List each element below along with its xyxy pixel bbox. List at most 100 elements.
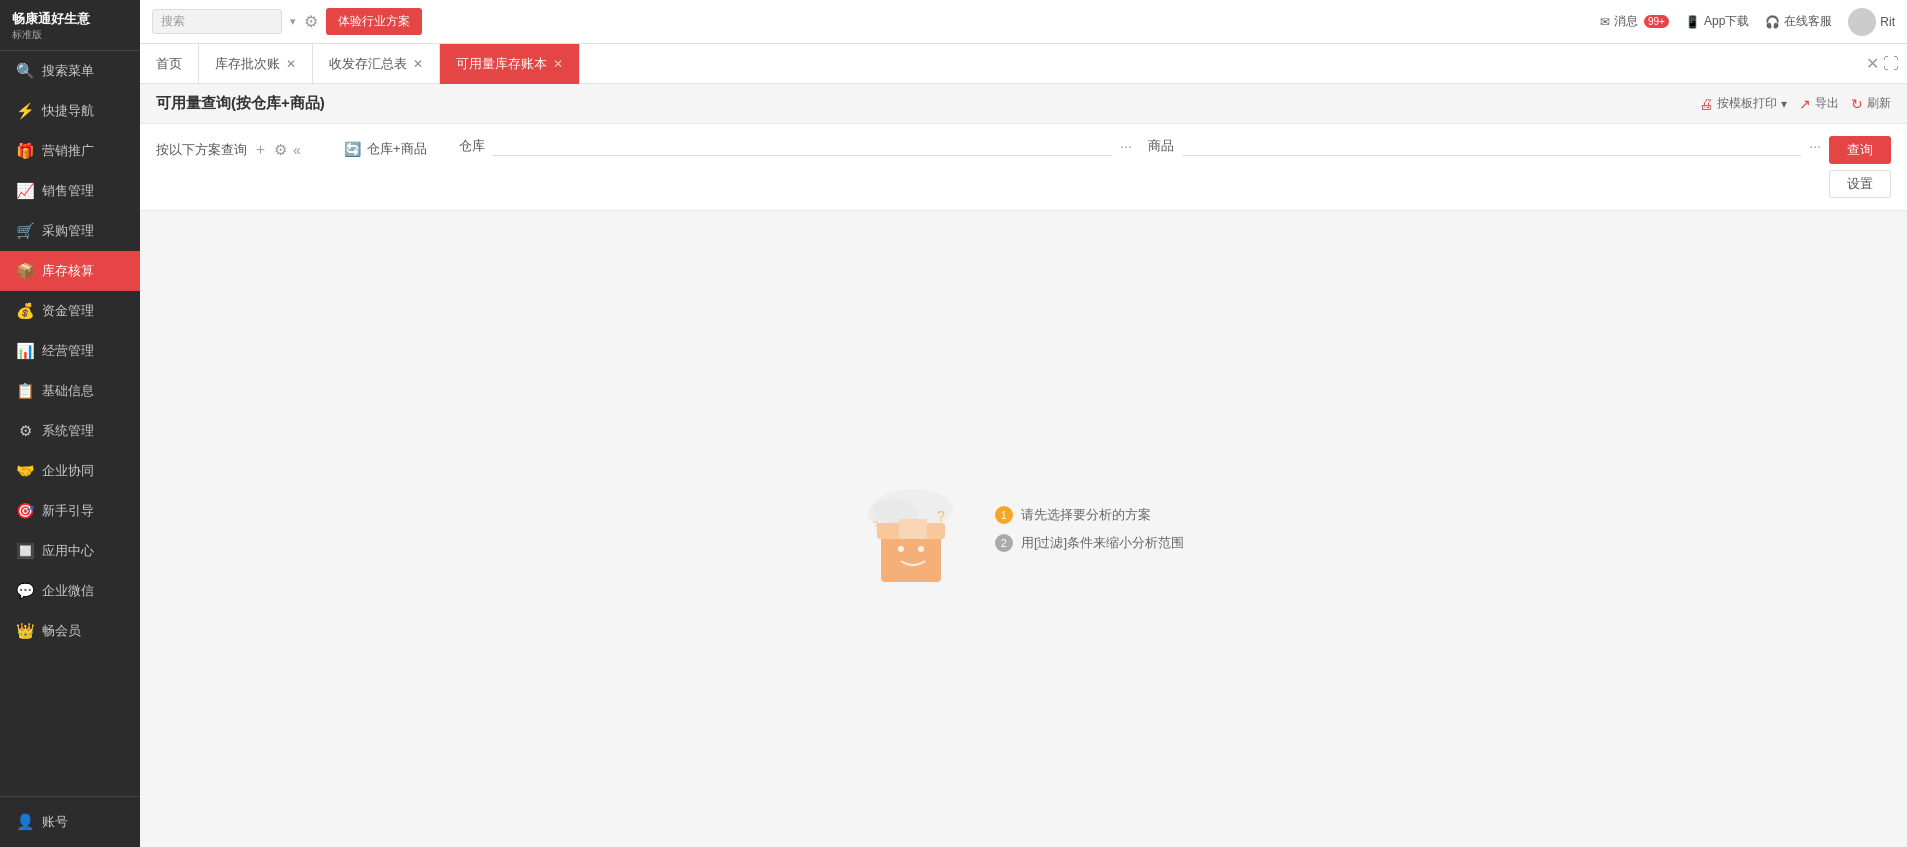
query-btn[interactable]: 查询 xyxy=(1829,136,1891,164)
avatar xyxy=(1848,8,1876,36)
export-btn[interactable]: ↗ 导出 xyxy=(1799,95,1839,112)
tab-summary-close[interactable]: ✕ xyxy=(413,57,423,71)
enterprise-icon: 🤝 xyxy=(16,462,34,480)
tab-home-label: 首页 xyxy=(156,55,182,73)
empty-state: ? ? 1 请先选择要分析的方案 2 用[过滤]条件来缩小分析范围 xyxy=(140,211,1907,847)
inventory-icon: 📦 xyxy=(16,262,34,280)
hint-num-2: 2 xyxy=(995,534,1013,552)
sidebar-item-enterprise[interactable]: 🤝 企业协同 xyxy=(0,451,140,491)
filter-collapse-btn[interactable]: « xyxy=(293,142,301,158)
sidebar-item-label-vip: 畅会员 xyxy=(42,622,81,640)
sidebar-item-label-guide: 新手引导 xyxy=(42,502,94,520)
sidebar-item-basic[interactable]: 📋 基础信息 xyxy=(0,371,140,411)
topbar-search[interactable]: 搜索 xyxy=(152,9,282,34)
page-header: 可用量查询(按仓库+商品) 🖨 按模板打印 ▾ ↗ 导出 ↻ 刷新 xyxy=(140,84,1907,124)
online-service-btn[interactable]: 🎧 在线客服 xyxy=(1765,13,1832,30)
message-icon: ✉ xyxy=(1600,15,1610,29)
operation-icon: 📊 xyxy=(16,342,34,360)
empty-hint-1: 1 请先选择要分析的方案 xyxy=(995,506,1184,524)
sidebar-item-label-enterprise: 企业协同 xyxy=(42,462,94,480)
filter-label-area: 按以下方案查询 ＋ ⚙ « xyxy=(156,136,336,159)
sidebar-item-search[interactable]: 🔍 搜索菜单 xyxy=(0,51,140,91)
sidebar-item-label-system: 系统管理 xyxy=(42,422,94,440)
sidebar-item-appcenter[interactable]: 🔲 应用中心 xyxy=(0,531,140,571)
empty-hint-2: 2 用[过滤]条件来缩小分析范围 xyxy=(995,534,1184,552)
sidebar-item-inventory[interactable]: 📦 库存核算 xyxy=(0,251,140,291)
sidebar-item-system[interactable]: ⚙ 系统管理 xyxy=(0,411,140,451)
industry-btn[interactable]: 体验行业方案 xyxy=(326,8,422,35)
scheme-warehouse-product[interactable]: 🔄 仓库+商品 xyxy=(336,136,435,162)
tab-available[interactable]: 可用量库存账本 ✕ xyxy=(440,44,580,84)
refresh-btn[interactable]: ↻ 刷新 xyxy=(1851,95,1891,112)
gear-icon[interactable]: ⚙ xyxy=(304,12,318,31)
warehouse-input[interactable] xyxy=(493,136,1113,156)
filter-section: 按以下方案查询 ＋ ⚙ « 🔄 仓库+商品 仓库 ··· xyxy=(140,124,1907,211)
sidebar-item-operation[interactable]: 📊 经营管理 xyxy=(0,331,140,371)
product-dots[interactable]: ··· xyxy=(1809,138,1821,154)
filter-settings-btn[interactable]: ⚙ xyxy=(274,141,287,159)
user-btn[interactable]: Rit xyxy=(1848,8,1895,36)
message-badge: 99+ xyxy=(1644,15,1669,28)
tab-summary[interactable]: 收发存汇总表 ✕ xyxy=(313,44,440,84)
print-btn[interactable]: 🖨 按模板打印 ▾ xyxy=(1699,95,1787,112)
dropdown-icon[interactable]: ▾ xyxy=(290,15,296,28)
sidebar-item-finance[interactable]: 💰 资金管理 xyxy=(0,291,140,331)
sidebar-logo: 畅康通好生意 标准版 xyxy=(0,0,140,51)
page-title: 可用量查询(按仓库+商品) xyxy=(156,94,325,113)
sidebar-item-label-wechat: 企业微信 xyxy=(42,582,94,600)
filter-field-warehouse: 仓库 ··· xyxy=(459,136,1132,156)
user-name: Rit xyxy=(1880,15,1895,29)
sidebar-item-purchase[interactable]: 🛒 采购管理 xyxy=(0,211,140,251)
empty-state-text: 1 请先选择要分析的方案 2 用[过滤]条件来缩小分析范围 xyxy=(995,506,1184,552)
filter-add-btn[interactable]: ＋ xyxy=(253,140,268,159)
refresh-icon: ↻ xyxy=(1851,96,1863,112)
system-icon: ⚙ xyxy=(16,422,34,440)
tab-batch[interactable]: 库存批次账 ✕ xyxy=(199,44,313,84)
sidebar-item-label-inventory: 库存核算 xyxy=(42,262,94,280)
filter-fields: 仓库 ··· 商品 ··· xyxy=(435,136,1821,156)
svg-rect-2 xyxy=(881,534,941,582)
sidebar-item-sales[interactable]: 📈 销售管理 xyxy=(0,171,140,211)
online-service-label: 在线客服 xyxy=(1784,13,1832,30)
filter-scheme-list: 🔄 仓库+商品 xyxy=(336,136,435,162)
tab-available-close[interactable]: ✕ xyxy=(553,57,563,71)
sidebar-item-vip[interactable]: 👑 畅会员 xyxy=(0,611,140,651)
sidebar-item-label-sales: 销售管理 xyxy=(42,182,94,200)
tab-close-all-btn[interactable]: ✕ xyxy=(1866,54,1879,73)
main-area: 搜索 ▾ ⚙ 体验行业方案 ✉ 消息 99+ 📱 App下载 🎧 在线客服 Ri… xyxy=(140,0,1907,847)
filter-action-btns: 查询 设置 xyxy=(1829,136,1891,198)
settings-btn[interactable]: 设置 xyxy=(1829,170,1891,198)
sidebar-item-user[interactable]: 👤 账号 xyxy=(0,805,140,839)
warehouse-label: 仓库 xyxy=(459,137,485,155)
scheme-icon: 🔄 xyxy=(344,141,361,157)
tab-expand-btn[interactable]: ⛶ xyxy=(1883,55,1899,73)
hint-num-1: 1 xyxy=(995,506,1013,524)
sidebar-item-guide[interactable]: 🎯 新手引导 xyxy=(0,491,140,531)
tab-home[interactable]: 首页 xyxy=(140,44,199,84)
svg-point-6 xyxy=(918,546,924,552)
sidebar-item-wechat[interactable]: 💬 企业微信 xyxy=(0,571,140,611)
print-icon: 🖨 xyxy=(1699,96,1713,112)
product-input[interactable] xyxy=(1182,136,1802,156)
tabbar: 首页 库存批次账 ✕ 收发存汇总表 ✕ 可用量库存账本 ✕ ✕ ⛶ xyxy=(140,44,1907,84)
sidebar-item-label-marketing: 营销推广 xyxy=(42,142,94,160)
message-btn[interactable]: ✉ 消息 99+ xyxy=(1600,13,1669,30)
print-label: 按模板打印 xyxy=(1717,95,1777,112)
app-download-btn[interactable]: 📱 App下载 xyxy=(1685,13,1749,30)
app-icon: 📱 xyxy=(1685,15,1700,29)
filter-label: 按以下方案查询 xyxy=(156,141,247,159)
print-dropdown-icon[interactable]: ▾ xyxy=(1781,97,1787,111)
topbar-right: ✉ 消息 99+ 📱 App下载 🎧 在线客服 Rit xyxy=(1600,8,1895,36)
app-download-label: App下载 xyxy=(1704,13,1749,30)
topbar: 搜索 ▾ ⚙ 体验行业方案 ✉ 消息 99+ 📱 App下载 🎧 在线客服 Ri… xyxy=(140,0,1907,44)
sidebar-item-label-finance: 资金管理 xyxy=(42,302,94,320)
warehouse-dots[interactable]: ··· xyxy=(1120,138,1132,154)
sidebar-item-label-search: 搜索菜单 xyxy=(42,62,94,80)
sidebar-item-shortcut[interactable]: ⚡ 快捷导航 xyxy=(0,91,140,131)
sidebar-item-marketing[interactable]: 🎁 营销推广 xyxy=(0,131,140,171)
tab-available-label: 可用量库存账本 xyxy=(456,55,547,73)
sidebar: 畅康通好生意 标准版 🔍 搜索菜单 ⚡ 快捷导航 🎁 营销推广 📈 销售管理 🛒… xyxy=(0,0,140,847)
tab-batch-label: 库存批次账 xyxy=(215,55,280,73)
tab-batch-close[interactable]: ✕ xyxy=(286,57,296,71)
sidebar-bottom: 👤 账号 xyxy=(0,796,140,847)
